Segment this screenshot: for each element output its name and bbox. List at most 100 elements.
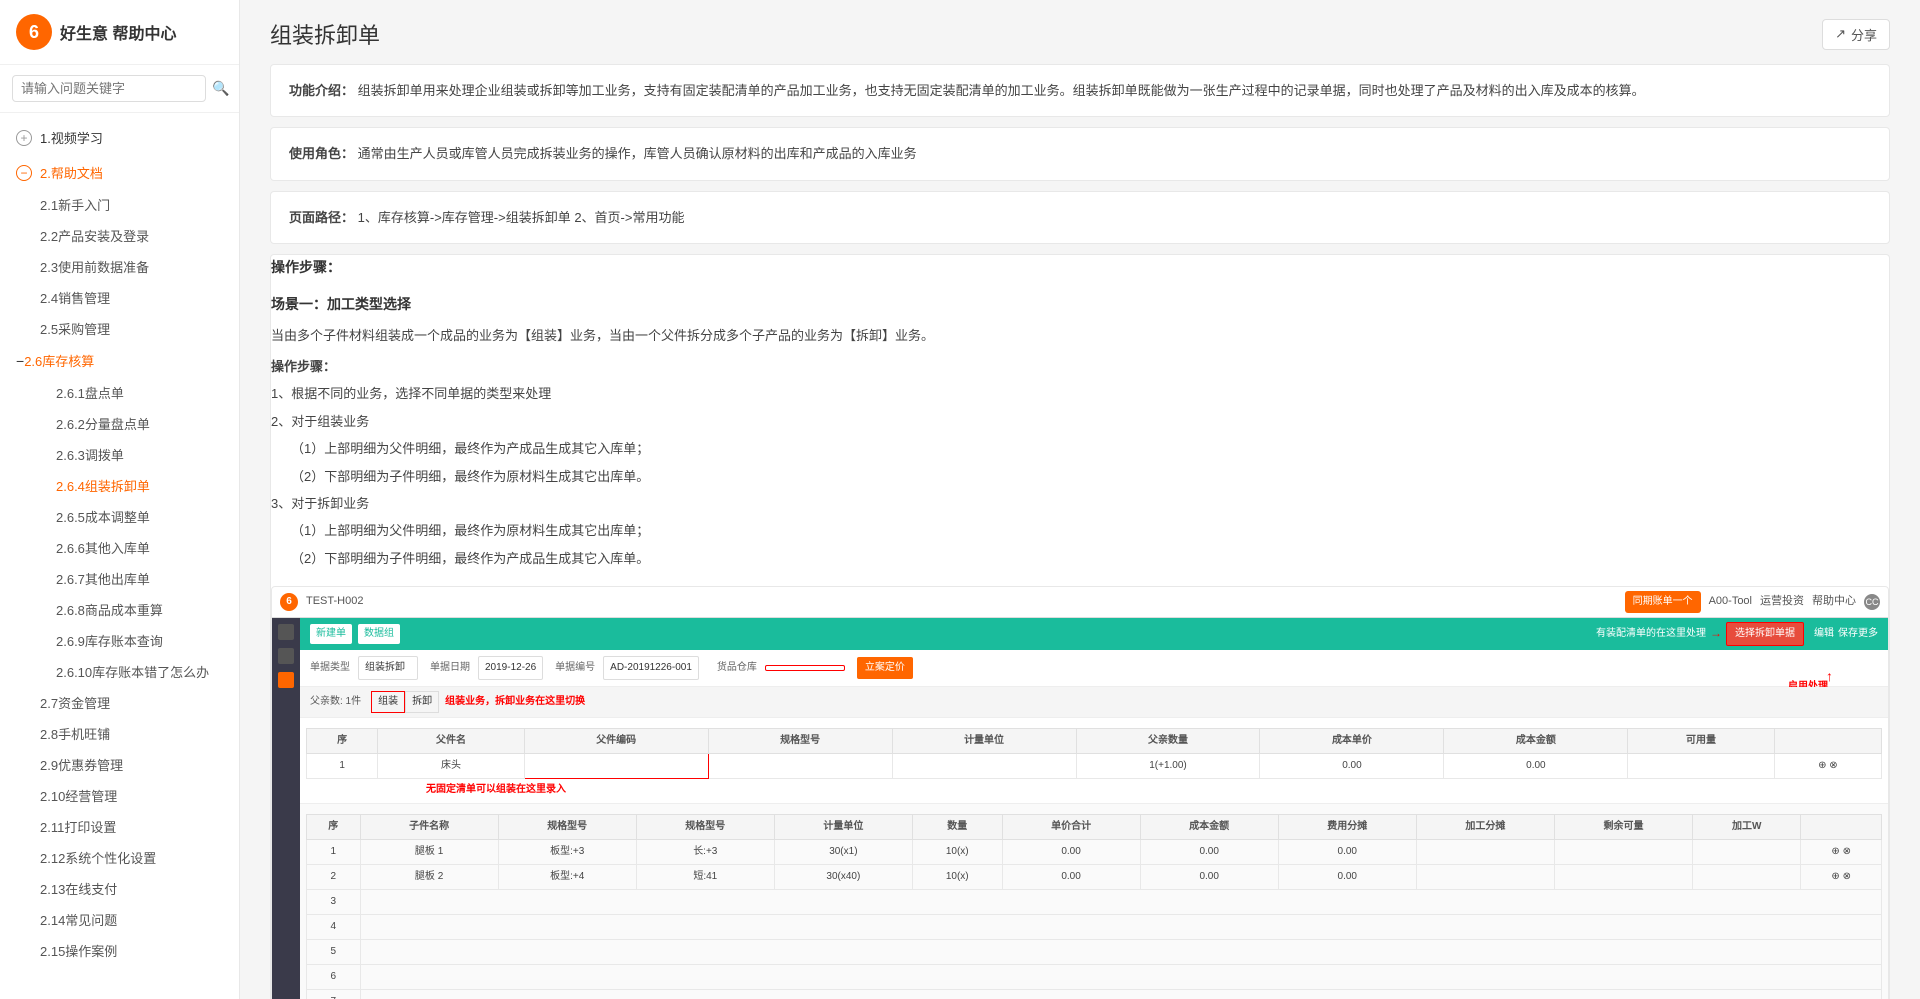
sidebar-item-inventory-book[interactable]: 2.6.9库存账本查询 xyxy=(0,625,239,656)
lcell-unit-2: 30(x40) xyxy=(774,865,912,890)
screenshot-green-header: 新建单 数据组 有装配清单的在这里处理 → 选择拆卸单据 编辑 保存更多 xyxy=(300,618,1888,650)
cell-code-1[interactable] xyxy=(524,754,708,779)
main-content: 组装拆卸单 ↗ 分享 功能介绍： 组装拆卸单用来处理企业组装或拆卸等加工业务，支… xyxy=(240,0,1920,999)
search-input[interactable] xyxy=(12,75,206,102)
nav-section-video: + 1.视频学习 xyxy=(0,121,239,154)
screenshot-btn-ops: 运营投资 xyxy=(1760,592,1804,612)
step2: 2、对于组装业务 xyxy=(271,410,1889,433)
lower-row-3: 3 xyxy=(307,890,1882,915)
share-button[interactable]: ↗ 分享 xyxy=(1822,19,1890,50)
sidebar-item-purchase[interactable]: 2.5采购管理 xyxy=(0,313,239,344)
screenshot-header-right: 有装配清单的在这里处理 → 选择拆卸单据 编辑 保存更多 xyxy=(1596,622,1878,646)
form-type-input[interactable]: 组装拆卸 xyxy=(358,656,418,680)
lcell-spec-1: 长:+3 xyxy=(636,840,774,865)
lcol-unit: 计量单位 xyxy=(774,815,912,840)
sidebar-item-inventory[interactable]: − 2.6库存核算 xyxy=(0,344,239,377)
step2-2: （2）下部明细为子件明细，最终作为原材料生成其它出库单。 xyxy=(271,465,1889,488)
screenshot-tab-data[interactable]: 数据组 xyxy=(358,624,400,644)
sidebar-item-stocktake[interactable]: 2.6.1盘点单 xyxy=(0,377,239,408)
lcell-proc-2 xyxy=(1416,865,1554,890)
sidebar-item-inventory-error[interactable]: 2.6.10库存账本错了怎么办 xyxy=(0,656,239,687)
sidebar-item-mobile[interactable]: 2.8手机旺铺 xyxy=(0,718,239,749)
form-warehouse-input[interactable] xyxy=(765,665,845,671)
lcell-seq-2: 2 xyxy=(307,865,361,890)
screenshot-btn-billing[interactable]: 同期账单一个 xyxy=(1625,591,1701,613)
screenshot-btn-help: 帮助中心 xyxy=(1812,592,1856,612)
annotation-arrow1: → xyxy=(1710,623,1722,645)
lcol-op xyxy=(1801,815,1882,840)
lcell-empty-7 xyxy=(360,990,1881,999)
form-type-label: 单据类型 xyxy=(310,659,350,677)
sidebar-item-assembly[interactable]: 2.6.4组装拆卸单 xyxy=(0,470,239,501)
sidebar-item-system[interactable]: 2.12系统个性化设置 xyxy=(0,842,239,873)
screenshot-edit-btn[interactable]: 编辑 xyxy=(1814,625,1834,643)
sidebar-item-print[interactable]: 2.11打印设置 xyxy=(0,811,239,842)
sidebar-item-faq[interactable]: 2.14常见问题 xyxy=(0,904,239,935)
form-confirm-btn[interactable]: 立案定价 xyxy=(857,657,913,679)
sidebar-item-operations[interactable]: 2.10经营管理 xyxy=(0,780,239,811)
nav-section-help-docs: − 2.帮助文档 2.1新手入门 2.2产品安装及登录 2.3使用前数据准备 2… xyxy=(0,156,239,966)
path-text: 1、库存核算->库存管理->组装拆卸单 2、首页->常用功能 xyxy=(358,210,685,225)
cell-cprice-1: 0.00 xyxy=(1260,754,1444,779)
sidebar-item-newcomer[interactable]: 2.1新手入门 xyxy=(0,189,239,220)
share-icon: ↗ xyxy=(1835,26,1846,42)
mock-screenshot: 6 TEST-H002 同期账单一个 A00-Tool 运营投资 帮助中心 CC xyxy=(272,587,1888,999)
cell-qty-1: 1(+1.00) xyxy=(1076,754,1260,779)
col-spec: 规格型号 xyxy=(708,729,892,754)
lcell-pw-2 xyxy=(1693,865,1801,890)
lcell-spec-2: 短:41 xyxy=(636,865,774,890)
sidebar-item-finance[interactable]: 2.7资金管理 xyxy=(0,687,239,718)
type-assembly-btn[interactable]: 组装 xyxy=(371,691,405,713)
role-block: 使用角色： 通常由生产人员或库管人员完成拆装业务的操作，库管人员确认原材料的出库… xyxy=(270,127,1890,180)
lcell-cost-2: 0.00 xyxy=(1140,865,1278,890)
lcell-uptotal-2: 0.00 xyxy=(1002,865,1140,890)
sidebar-item-video-learning[interactable]: + 1.视频学习 xyxy=(0,121,239,154)
sidebar-item-other-in[interactable]: 2.6.6其他入库单 xyxy=(0,532,239,563)
col-cost-amount: 成本金额 xyxy=(1444,729,1628,754)
func-intro-text: 组装拆卸单用来处理企业组装或拆卸等加工业务，支持有固定装配清单的产品加工业务，也… xyxy=(358,83,1645,98)
sidebar-item-transfer[interactable]: 2.6.3调拨单 xyxy=(0,439,239,470)
screenshot-id: TEST-H002 xyxy=(306,592,363,612)
form-no-input[interactable]: AD-20191226-001 xyxy=(603,656,699,680)
annotation-assembly-bom: 有装配清单的在这里处理 xyxy=(1596,625,1706,643)
lcell-seq-1: 1 xyxy=(307,840,361,865)
sidebar-item-payment[interactable]: 2.13在线支付 xyxy=(0,873,239,904)
lcell-proc-1 xyxy=(1416,840,1554,865)
sidebar-item-help-docs[interactable]: − 2.帮助文档 xyxy=(0,156,239,189)
screenshot-tab-new[interactable]: 新建单 xyxy=(310,624,352,644)
sidebar-item-data-prep[interactable]: 2.3使用前数据准备 xyxy=(0,251,239,282)
sidebar-item-install[interactable]: 2.2产品安装及登录 xyxy=(0,220,239,251)
lcell-op-1: ⊕ ⊗ xyxy=(1801,840,1882,865)
lcell-uptotal-1: 0.00 xyxy=(1002,840,1140,865)
screenshot-lower-table: 序 子件名称 规格型号 规格型号 计量单位 数量 单价合计 成本金额 xyxy=(300,803,1888,999)
lcell-seq-7: 7 xyxy=(307,990,361,999)
screenshot-save-btn[interactable]: 保存更多 xyxy=(1838,625,1878,643)
sidebar-item-coupon[interactable]: 2.9优惠券管理 xyxy=(0,749,239,780)
annotation-enable-arrow: ↑ xyxy=(1826,664,1833,689)
sidebar-item-cost-adjust[interactable]: 2.6.5成本调整单 xyxy=(0,501,239,532)
role-label: 使用角色： xyxy=(289,146,354,161)
form-date-input[interactable]: 2019-12-26 xyxy=(478,656,543,680)
sidebar-item-cases[interactable]: 2.15操作案例 xyxy=(0,935,239,966)
screenshot-topbar: 6 TEST-H002 同期账单一个 A00-Tool 运营投资 帮助中心 CC xyxy=(272,587,1888,618)
lcell-empty-6 xyxy=(360,965,1881,990)
share-label: 分享 xyxy=(1851,25,1877,44)
sidebar-item-sales[interactable]: 2.4销售管理 xyxy=(0,282,239,313)
screenshot-header-left: 新建单 数据组 xyxy=(310,624,400,644)
lcell-empty-4 xyxy=(360,915,1881,940)
main-header: 组装拆卸单 ↗ 分享 xyxy=(240,0,1920,64)
cell-seq-1: 1 xyxy=(307,754,378,779)
lcell-code-1: 板型:+3 xyxy=(498,840,636,865)
sidebar-item-split-stocktake[interactable]: 2.6.2分量盘点单 xyxy=(0,408,239,439)
sidebar-item-other-out[interactable]: 2.6.7其他出库单 xyxy=(0,563,239,594)
steps-block: 操作步骤： 场景一：加工类型选择 当由多个子件材料组装成一个成品的业务为【组装】… xyxy=(270,254,1890,999)
type-disassembly-btn[interactable]: 拆卸 xyxy=(405,691,439,713)
screenshot-bom-btn[interactable]: 选择拆卸单据 xyxy=(1726,622,1804,646)
sidebar-item-cost-recalc[interactable]: 2.6.8商品成本重算 xyxy=(0,594,239,625)
scene1-title: 场景一：加工类型选择 xyxy=(271,292,1889,317)
search-button[interactable]: 🔍 xyxy=(212,80,229,97)
col-avail: 可用量 xyxy=(1628,729,1774,754)
screenshot-icon-strip xyxy=(272,618,300,999)
lcell-qty-2: 10(x) xyxy=(912,865,1002,890)
lcell-qty-1: 10(x) xyxy=(912,840,1002,865)
